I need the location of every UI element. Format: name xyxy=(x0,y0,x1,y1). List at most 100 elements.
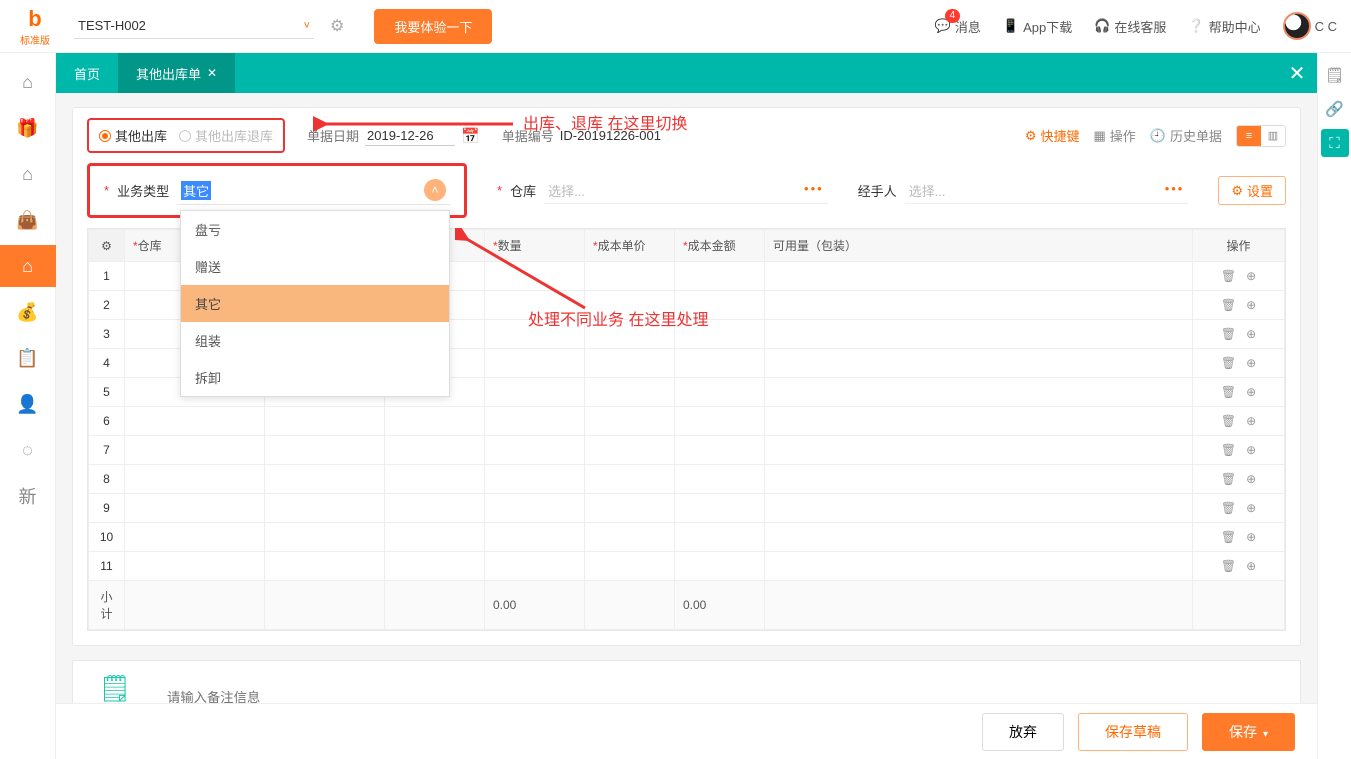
dd-option-4[interactable]: 拆卸 xyxy=(181,359,449,396)
message-badge: 4 xyxy=(945,9,961,23)
sidebar-gift[interactable]: 🎁 xyxy=(0,107,56,149)
dd-option-1[interactable]: 赠送 xyxy=(181,248,449,285)
dd-option-3[interactable]: 组装 xyxy=(181,322,449,359)
add-row-icon[interactable]: ⊕ xyxy=(1246,472,1256,486)
add-row-icon[interactable]: ⊕ xyxy=(1246,530,1256,544)
delete-icon[interactable]: 🗑 xyxy=(1221,327,1236,341)
sidebar-warehouse[interactable]: ⌂ xyxy=(0,245,56,287)
save-draft-button[interactable]: 保存草稿 xyxy=(1078,713,1188,751)
help-button[interactable]: ❔ 帮助中心 xyxy=(1188,17,1260,36)
save-label: 保存 xyxy=(1229,724,1257,740)
tabbar-close-button[interactable]: ✕ xyxy=(1277,61,1317,86)
handler-select[interactable]: 选择... ••• xyxy=(905,178,1189,204)
delete-icon[interactable]: 🗑 xyxy=(1221,269,1236,283)
sidebar-home[interactable]: ⌂ xyxy=(0,61,56,103)
table-row[interactable]: 8🗑⊕ xyxy=(89,465,1285,494)
close-icon[interactable]: ✕ xyxy=(207,66,217,80)
table-row[interactable]: 10🗑⊕ xyxy=(89,523,1285,552)
sidebar-integration[interactable]: ◌ xyxy=(0,429,56,471)
delete-icon[interactable]: 🗑 xyxy=(1221,443,1236,457)
shortcut-button[interactable]: ⚙快捷键 xyxy=(1025,126,1080,145)
app-download-button[interactable]: 📱 App下载 xyxy=(1003,17,1072,36)
org-selector[interactable]: TEST-H002 ˅ xyxy=(74,13,314,39)
warehouse-placeholder: 选择... xyxy=(548,181,585,200)
add-row-icon[interactable]: ⊕ xyxy=(1246,327,1256,341)
user-menu[interactable]: C C xyxy=(1283,12,1337,40)
col-config-button[interactable]: ⚙ xyxy=(89,230,125,262)
warehouse-select[interactable]: 选择... ••• xyxy=(544,178,828,204)
add-row-icon[interactable]: ⊕ xyxy=(1246,356,1256,370)
dd-option-0[interactable]: 盘亏 xyxy=(181,211,449,248)
sidebar-bag[interactable]: 👜 xyxy=(0,199,56,241)
radio-return[interactable]: 其他出库退库 xyxy=(179,126,273,145)
delete-icon[interactable]: 🗑 xyxy=(1221,501,1236,515)
dd-option-2[interactable]: 其它 xyxy=(181,285,449,322)
delete-icon[interactable]: 🗑 xyxy=(1221,472,1236,486)
table-row[interactable]: 6🗑⊕ xyxy=(89,407,1285,436)
add-row-icon[interactable]: ⊕ xyxy=(1246,298,1256,312)
radio-return-label: 其他出库退库 xyxy=(195,126,273,145)
sidebar-contact[interactable]: 👤 xyxy=(0,383,56,425)
docno-label: 单据编号 xyxy=(502,126,554,145)
settings-label: 设置 xyxy=(1247,181,1273,200)
top-bar: b 标准版 TEST-H002 ˅ ⚙ 我要体验一下 💬 4 消息 📱 App下… xyxy=(0,0,1351,53)
handler-field: 经手人 选择... ••• xyxy=(858,178,1189,204)
rb-expand-icon[interactable]: ⛶ xyxy=(1321,129,1349,157)
calendar-icon[interactable]: 📅 xyxy=(461,127,480,145)
history-button[interactable]: 🕘历史单据 xyxy=(1150,126,1222,145)
delete-icon[interactable]: 🗑 xyxy=(1221,559,1236,573)
topbar-right: 💬 4 消息 📱 App下载 🎧 在线客服 ❔ 帮助中心 C C xyxy=(935,12,1337,40)
sidebar-new[interactable]: 新 xyxy=(0,475,56,517)
row-index: 3 xyxy=(89,320,125,349)
add-row-icon[interactable]: ⊕ xyxy=(1246,414,1256,428)
experience-button[interactable]: 我要体验一下 xyxy=(374,9,492,44)
app-label: App下载 xyxy=(1023,17,1072,36)
tab-home[interactable]: 首页 xyxy=(56,53,118,93)
view-list-button[interactable]: ≡ xyxy=(1237,126,1261,146)
help-label: 帮助中心 xyxy=(1209,17,1261,36)
add-row-icon[interactable]: ⊕ xyxy=(1246,443,1256,457)
avatar xyxy=(1283,12,1311,40)
add-row-icon[interactable]: ⊕ xyxy=(1246,501,1256,515)
biz-type-select[interactable]: 其它 ˄ xyxy=(177,176,450,205)
discard-button[interactable]: 放弃 xyxy=(982,713,1064,751)
save-button[interactable]: 保存▾ xyxy=(1202,713,1295,751)
add-row-icon[interactable]: ⊕ xyxy=(1246,559,1256,573)
operations-button[interactable]: ▦操作 xyxy=(1093,126,1135,145)
add-row-icon[interactable]: ⊕ xyxy=(1246,385,1256,399)
table-row[interactable]: 9🗑⊕ xyxy=(89,494,1285,523)
view-card-button[interactable]: ▥ xyxy=(1261,126,1285,146)
row-index: 2 xyxy=(89,291,125,320)
biz-type-value: 其它 xyxy=(181,181,211,200)
col-price: 成本单价 xyxy=(598,239,646,253)
rb-note-icon[interactable]: 🗒 xyxy=(1321,61,1349,89)
delete-icon[interactable]: 🗑 xyxy=(1221,298,1236,312)
outbound-type-radio-group: 其他出库 其他出库退库 xyxy=(87,118,285,153)
more-icon: ••• xyxy=(804,181,824,200)
sidebar-clipboard[interactable]: 📋 xyxy=(0,337,56,379)
tab-other-outbound[interactable]: 其他出库单 ✕ xyxy=(118,53,235,93)
row-index: 11 xyxy=(89,552,125,581)
add-row-icon[interactable]: ⊕ xyxy=(1246,269,1256,283)
radio-outbound[interactable]: 其他出库 xyxy=(99,126,167,145)
delete-icon[interactable]: 🗑 xyxy=(1221,414,1236,428)
date-input[interactable]: 2019-12-26 xyxy=(365,126,455,146)
brand-subtitle: 标准版 xyxy=(14,32,56,47)
grid-icon: ▦ xyxy=(1093,128,1105,144)
delete-icon[interactable]: 🗑 xyxy=(1221,356,1236,370)
table-row[interactable]: 7🗑⊕ xyxy=(89,436,1285,465)
delete-icon[interactable]: 🗑 xyxy=(1221,385,1236,399)
biz-type-label: 业务类型 xyxy=(117,181,169,200)
settings-button[interactable]: ⚙ 设置 xyxy=(1218,176,1286,205)
messages-button[interactable]: 💬 4 消息 xyxy=(935,17,981,36)
delete-icon[interactable]: 🗑 xyxy=(1221,530,1236,544)
table-row[interactable]: 11 🗑 ⊕ xyxy=(89,552,1285,581)
docno-value: ID-20191226-001 xyxy=(560,128,661,143)
gear-icon[interactable]: ⚙ xyxy=(330,16,344,36)
rb-link-icon[interactable]: 🔗 xyxy=(1321,95,1349,123)
doc-date-field: 单据日期 2019-12-26 📅 xyxy=(307,126,480,146)
sidebar-house[interactable]: ⌂ xyxy=(0,153,56,195)
support-button[interactable]: 🎧 在线客服 xyxy=(1094,17,1166,36)
sidebar-money[interactable]: 💰 xyxy=(0,291,56,333)
warehouse-field: * 仓库 选择... ••• xyxy=(497,178,828,204)
